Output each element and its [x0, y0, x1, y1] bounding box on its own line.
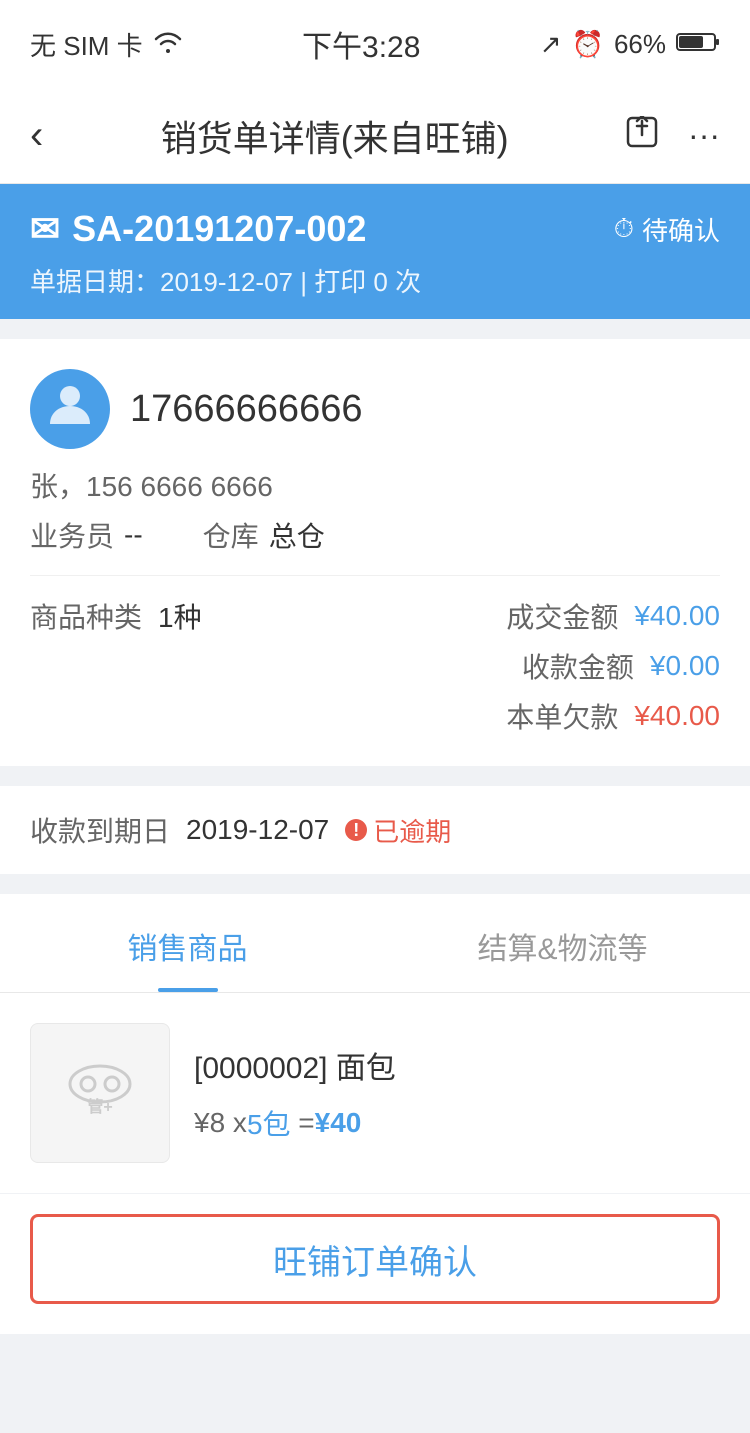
- product-total: ¥40: [315, 1107, 362, 1139]
- order-number: ✉ SA-20191207-002: [30, 208, 366, 250]
- due-date-card: 收款到期日 2019-12-07 ! 已逾期: [0, 786, 750, 874]
- amount-line-2: 本单欠款 ¥40.00: [506, 696, 720, 736]
- salesperson-field: 业务员 --: [30, 515, 143, 555]
- location-icon: ↗: [540, 29, 562, 60]
- nav-title: 销货单详情(来自旺铺): [161, 110, 509, 162]
- salesperson-label: 业务员: [30, 515, 114, 555]
- product-types-label: 商品种类: [30, 596, 142, 636]
- product-thumbnail: 管+: [30, 1023, 170, 1163]
- tab-settlement-label: 结算&物流等: [477, 933, 647, 966]
- product-logo: 管+: [60, 1059, 140, 1128]
- amount-label-0: 成交金额: [506, 596, 618, 636]
- alarm-icon: ⏰: [572, 29, 604, 60]
- status-bar: 无 SIM 卡 下午3:28 ↗ ⏰ 66%: [0, 0, 750, 88]
- due-date-row: 收款到期日 2019-12-07 ! 已逾期: [30, 810, 720, 850]
- confirm-button-label: 旺铺订单确认: [273, 1235, 477, 1284]
- product-code: [0000002]: [194, 1052, 327, 1085]
- warehouse-value: 总仓: [269, 515, 325, 555]
- overdue-text: 已逾期: [373, 812, 451, 849]
- tabs-container: 销售商品 结算&物流等: [0, 894, 750, 993]
- carrier-text: 无 SIM 卡: [30, 26, 143, 63]
- product-info: [0000002] 面包 ¥8 x 5包 = ¥40: [194, 1043, 720, 1143]
- order-header-card: ✉ SA-20191207-002 ⏱ 待确认 单据日期：2019-12-07 …: [0, 184, 750, 319]
- customer-info: 17666666666: [130, 388, 362, 431]
- product-eq: =: [291, 1107, 315, 1139]
- amount-value-2: ¥40.00: [634, 700, 720, 732]
- confirm-order-button[interactable]: 旺铺订单确认: [30, 1214, 720, 1304]
- amount-label-1: 收款金额: [522, 646, 634, 686]
- product-title: 面包: [336, 1052, 396, 1085]
- battery-text: 66%: [614, 29, 666, 60]
- tab-sales-label: 销售商品: [128, 933, 248, 966]
- wifi-icon: [153, 29, 183, 60]
- order-envelope-icon: ✉: [30, 208, 60, 250]
- nav-bar: ‹ 销货单详情(来自旺铺) ···: [0, 88, 750, 184]
- header-top: ✉ SA-20191207-002 ⏱ 待确认: [30, 208, 720, 250]
- tab-sales-products[interactable]: 销售商品: [0, 894, 375, 992]
- svg-text:管+: 管+: [87, 1097, 112, 1116]
- customer-phone: 17666666666: [130, 388, 362, 431]
- overdue-dot-icon: !: [345, 819, 367, 841]
- order-status: ⏱ 待确认: [614, 211, 720, 248]
- product-qty: 5包: [247, 1103, 291, 1143]
- amount-value-0: ¥40.00: [634, 600, 720, 632]
- avatar-icon: [45, 378, 95, 440]
- customer-fields: 业务员 -- 仓库 总仓: [30, 515, 720, 555]
- back-button[interactable]: ‹: [30, 113, 43, 158]
- amounts-right: 成交金额 ¥40.00 收款金额 ¥0.00 本单欠款 ¥40.00: [506, 596, 720, 736]
- product-types: 商品种类 1种: [30, 596, 202, 636]
- salesperson-value: --: [124, 519, 143, 551]
- confirm-button-container: 旺铺订单确认: [0, 1194, 750, 1334]
- more-icon[interactable]: ···: [688, 117, 720, 154]
- product-types-value: 1种: [158, 596, 202, 636]
- amount-line-0: 成交金额 ¥40.00: [506, 596, 720, 636]
- battery-icon: [676, 29, 720, 60]
- due-date-label: 收款到期日: [30, 810, 170, 850]
- warehouse-label: 仓库: [203, 515, 259, 555]
- amount-value-1: ¥0.00: [650, 650, 720, 682]
- due-date-value: 2019-12-07: [186, 814, 329, 846]
- divider-1: [30, 575, 720, 576]
- nav-actions: ···: [626, 116, 720, 156]
- customer-name: 张，156 6666 6666: [30, 465, 720, 505]
- customer-row: 17666666666: [30, 369, 720, 449]
- product-card: 管+ [0000002] 面包 ¥8 x 5包 = ¥40: [0, 993, 750, 1193]
- order-meta: 单据日期：2019-12-07 | 打印 0 次: [30, 262, 720, 299]
- tab-settlement[interactable]: 结算&物流等: [375, 894, 750, 992]
- avatar: [30, 369, 110, 449]
- status-time: 下午3:28: [302, 22, 420, 66]
- amount-label-2: 本单欠款: [506, 696, 618, 736]
- share-icon[interactable]: [626, 116, 658, 156]
- overdue-badge: ! 已逾期: [345, 812, 451, 849]
- clock-icon: ⏱: [614, 213, 634, 245]
- product-name: [0000002] 面包: [194, 1043, 720, 1087]
- product-price: ¥8 x: [194, 1107, 247, 1139]
- amounts-row: 商品种类 1种 成交金额 ¥40.00 收款金额 ¥0.00 本单欠款 ¥40.…: [30, 596, 720, 736]
- status-right: ↗ ⏰ 66%: [540, 29, 720, 60]
- warehouse-field: 仓库 总仓: [203, 515, 325, 555]
- status-left: 无 SIM 卡: [30, 26, 183, 63]
- tab-underline: [158, 988, 218, 992]
- amount-line-1: 收款金额 ¥0.00: [506, 646, 720, 686]
- customer-card: 17666666666 张，156 6666 6666 业务员 -- 仓库 总仓…: [0, 339, 750, 766]
- product-price-row: ¥8 x 5包 = ¥40: [194, 1103, 720, 1143]
